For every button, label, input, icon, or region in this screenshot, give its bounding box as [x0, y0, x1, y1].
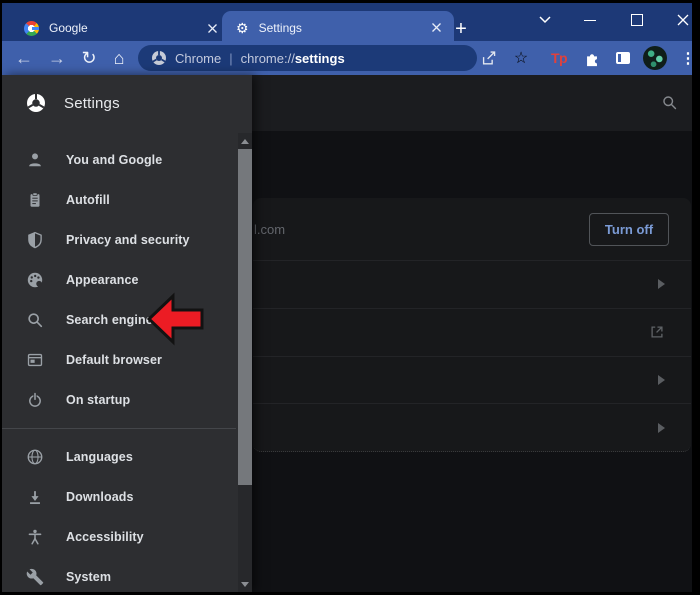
page-title: Settings — [64, 94, 120, 112]
google-favicon-icon — [24, 20, 39, 36]
gear-favicon-icon: ⚙ — [236, 19, 249, 36]
chrome-logo-icon — [27, 94, 45, 112]
share-icon[interactable] — [475, 45, 503, 71]
tab-close-icon[interactable] — [204, 20, 220, 36]
url-text: chrome://settings — [240, 50, 345, 66]
settings-page-content: l.com Turn off — [252, 75, 692, 592]
minimize-button[interactable] — [575, 8, 605, 32]
scroll-down-icon[interactable] — [238, 577, 252, 591]
new-tab-button[interactable]: + — [448, 16, 474, 42]
menu-item-accessibility[interactable]: Accessibility — [2, 517, 236, 557]
settings-row[interactable] — [253, 307, 691, 356]
search-settings-icon[interactable] — [661, 94, 678, 111]
tab-settings[interactable]: ⚙ Settings — [222, 11, 454, 44]
accessibility-person-icon — [28, 529, 42, 545]
site-label: Chrome — [175, 50, 222, 66]
power-icon — [29, 392, 41, 407]
turn-off-button[interactable]: Turn off — [589, 212, 669, 246]
tab-close-icon[interactable] — [428, 20, 444, 36]
settings-row[interactable] — [253, 355, 691, 404]
drawer-scrollbar[interactable] — [238, 133, 252, 592]
tab-search-chevron-icon[interactable] — [530, 8, 560, 32]
bookmark-star-icon[interactable]: ☆ — [507, 45, 535, 71]
red-arrow-annotation — [147, 292, 204, 346]
maximize-button[interactable] — [622, 8, 652, 32]
home-icon[interactable]: ⌂ — [106, 45, 132, 71]
scrollbar-thumb[interactable] — [238, 149, 252, 485]
tab-strip: Google ⚙ Settings + — [2, 3, 692, 44]
settings-card: l.com Turn off — [253, 198, 691, 452]
menu-item-default-browser[interactable]: Default browser — [2, 340, 236, 380]
forward-icon[interactable]: → — [44, 45, 70, 71]
menu-item-downloads[interactable]: Downloads — [2, 477, 236, 517]
external-link-icon — [651, 326, 663, 338]
menu-divider — [2, 428, 236, 429]
person-icon — [29, 153, 41, 167]
settings-menu: You and Google Autofill Privacy and secu… — [2, 140, 236, 595]
tab-title: Google — [49, 21, 88, 35]
side-panel-icon[interactable] — [609, 45, 637, 71]
clipboard-icon — [30, 192, 40, 207]
address-bar[interactable]: Chrome | chrome://settings — [138, 45, 477, 71]
tab-title: Settings — [258, 20, 302, 35]
settings-row[interactable] — [253, 260, 691, 308]
extensions-puzzle-icon[interactable] — [578, 45, 606, 71]
profile-avatar[interactable] — [641, 45, 669, 71]
tab-google[interactable]: Google — [12, 13, 230, 43]
settings-drawer: Settings You and Google Autofill Privacy… — [2, 75, 252, 592]
back-icon[interactable]: ← — [11, 45, 37, 71]
menu-item-privacy-and-security[interactable]: Privacy and security — [2, 220, 236, 260]
overflow-menu-icon[interactable]: ⋮ — [674, 45, 700, 71]
menu-item-on-startup[interactable]: On startup — [2, 380, 236, 420]
address-separator: | — [229, 50, 233, 66]
menu-item-you-and-google[interactable]: You and Google — [2, 140, 236, 180]
close-button[interactable] — [668, 8, 698, 32]
shield-icon — [28, 231, 42, 249]
globe-icon — [27, 449, 43, 465]
chevron-right-icon — [658, 422, 665, 433]
chevron-right-icon — [658, 279, 665, 290]
palette-icon — [27, 272, 43, 288]
account-email-fragment: l.com — [254, 221, 286, 237]
download-icon — [30, 491, 40, 505]
scroll-up-icon[interactable] — [238, 134, 252, 148]
drawer-header: Settings — [2, 75, 252, 131]
menu-item-system[interactable]: System — [2, 557, 236, 595]
chevron-right-icon — [658, 374, 665, 385]
extension-tp-icon[interactable]: Tp — [545, 45, 573, 71]
magnifier-icon — [28, 313, 43, 328]
menu-item-languages[interactable]: Languages — [2, 437, 236, 477]
menu-item-autofill[interactable]: Autofill — [2, 180, 236, 220]
settings-content-header — [252, 75, 692, 131]
settings-row[interactable] — [253, 403, 691, 451]
chrome-logo-icon — [152, 51, 166, 65]
reload-icon[interactable]: ↻ — [76, 45, 102, 71]
browser-window-icon — [27, 353, 43, 367]
wrench-icon — [26, 568, 44, 586]
browser-toolbar: ← → ↻ ⌂ Chrome | chrome://settings ☆ Tp — [2, 41, 696, 75]
browser-window: Google ⚙ Settings + ← → ↻ ⌂ Chrome | chr… — [0, 0, 700, 595]
account-row[interactable]: l.com Turn off — [253, 198, 691, 260]
